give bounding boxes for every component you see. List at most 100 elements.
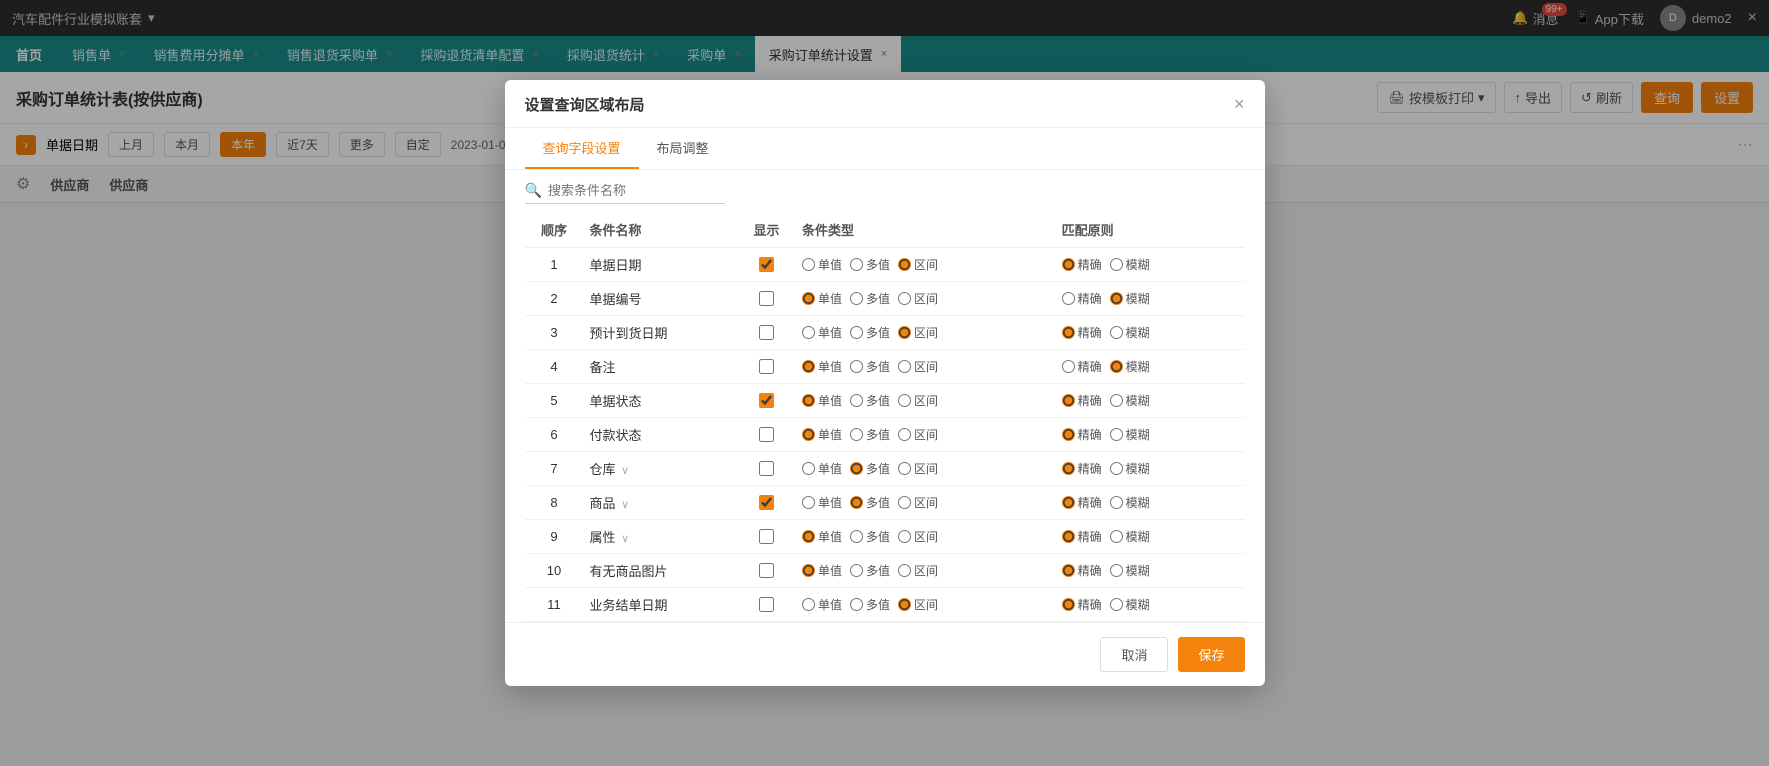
match-radio-模糊-9[interactable] <box>1110 564 1123 577</box>
cell-display-2[interactable] <box>737 316 796 350</box>
type-radio-label-区间-0[interactable]: 区间 <box>898 256 938 273</box>
match-radio-模糊-8[interactable] <box>1110 530 1123 543</box>
type-radio-单值-10[interactable] <box>802 598 815 611</box>
type-radio-label-多值-3[interactable]: 多值 <box>850 358 890 375</box>
type-radio-区间-7[interactable] <box>898 496 911 509</box>
type-radio-多值-9[interactable] <box>850 564 863 577</box>
display-checkbox-8[interactable] <box>759 529 774 544</box>
type-radio-label-多值-8[interactable]: 多值 <box>850 528 890 545</box>
modal-close-button[interactable]: × <box>1234 94 1245 115</box>
type-radio-多值-3[interactable] <box>850 360 863 373</box>
type-radio-label-单值-9[interactable]: 单值 <box>802 562 842 579</box>
match-radio-精确-0[interactable] <box>1062 258 1075 271</box>
type-radio-label-单值-2[interactable]: 单值 <box>802 324 842 341</box>
match-radio-精确-2[interactable] <box>1062 326 1075 339</box>
match-radio-精确-3[interactable] <box>1062 360 1075 373</box>
type-radio-区间-1[interactable] <box>898 292 911 305</box>
type-radio-label-多值-4[interactable]: 多值 <box>850 392 890 409</box>
display-checkbox-7[interactable] <box>759 495 774 510</box>
display-checkbox-0[interactable] <box>759 257 774 272</box>
type-radio-多值-6[interactable] <box>850 462 863 475</box>
match-radio-精确-4[interactable] <box>1062 394 1075 407</box>
match-radio-模糊-6[interactable] <box>1110 462 1123 475</box>
display-checkbox-4[interactable] <box>759 393 774 408</box>
match-radio-label-模糊-3[interactable]: 模糊 <box>1110 358 1150 375</box>
cell-display-8[interactable] <box>737 520 796 554</box>
type-radio-多值-0[interactable] <box>850 258 863 271</box>
type-radio-label-单值-1[interactable]: 单值 <box>802 290 842 307</box>
type-radio-label-单值-10[interactable]: 单值 <box>802 596 842 613</box>
match-radio-label-精确-3[interactable]: 精确 <box>1062 358 1102 375</box>
type-radio-单值-7[interactable] <box>802 496 815 509</box>
match-radio-label-精确-8[interactable]: 精确 <box>1062 528 1102 545</box>
type-radio-区间-10[interactable] <box>898 598 911 611</box>
match-radio-label-精确-0[interactable]: 精确 <box>1062 256 1102 273</box>
match-radio-模糊-3[interactable] <box>1110 360 1123 373</box>
cell-display-3[interactable] <box>737 350 796 384</box>
match-radio-精确-7[interactable] <box>1062 496 1075 509</box>
match-radio-label-模糊-7[interactable]: 模糊 <box>1110 494 1150 511</box>
tab-query-fields[interactable]: 查询字段设置 <box>525 128 639 169</box>
match-radio-label-模糊-8[interactable]: 模糊 <box>1110 528 1150 545</box>
match-radio-模糊-10[interactable] <box>1110 598 1123 611</box>
type-radio-区间-2[interactable] <box>898 326 911 339</box>
type-radio-多值-10[interactable] <box>850 598 863 611</box>
type-radio-label-单值-0[interactable]: 单值 <box>802 256 842 273</box>
match-radio-label-模糊-1[interactable]: 模糊 <box>1110 290 1150 307</box>
type-radio-单值-9[interactable] <box>802 564 815 577</box>
cell-display-1[interactable] <box>737 282 796 316</box>
match-radio-label-精确-6[interactable]: 精确 <box>1062 460 1102 477</box>
type-radio-多值-1[interactable] <box>850 292 863 305</box>
match-radio-label-模糊-5[interactable]: 模糊 <box>1110 426 1150 443</box>
type-radio-单值-6[interactable] <box>802 462 815 475</box>
match-radio-模糊-0[interactable] <box>1110 258 1123 271</box>
type-radio-label-单值-4[interactable]: 单值 <box>802 392 842 409</box>
type-radio-label-区间-9[interactable]: 区间 <box>898 562 938 579</box>
type-radio-单值-8[interactable] <box>802 530 815 543</box>
match-radio-label-精确-7[interactable]: 精确 <box>1062 494 1102 511</box>
type-radio-label-区间-10[interactable]: 区间 <box>898 596 938 613</box>
type-radio-单值-5[interactable] <box>802 428 815 441</box>
type-radio-多值-5[interactable] <box>850 428 863 441</box>
match-radio-精确-9[interactable] <box>1062 564 1075 577</box>
match-radio-label-模糊-6[interactable]: 模糊 <box>1110 460 1150 477</box>
save-button[interactable]: 保存 <box>1178 637 1244 672</box>
type-radio-label-区间-5[interactable]: 区间 <box>898 426 938 443</box>
cell-display-4[interactable] <box>737 384 796 418</box>
match-radio-模糊-5[interactable] <box>1110 428 1123 441</box>
dropdown-arrow-8[interactable]: ∨ <box>621 533 629 545</box>
type-radio-单值-0[interactable] <box>802 258 815 271</box>
cell-display-5[interactable] <box>737 418 796 452</box>
match-radio-精确-8[interactable] <box>1062 530 1075 543</box>
type-radio-label-区间-4[interactable]: 区间 <box>898 392 938 409</box>
match-radio-label-精确-10[interactable]: 精确 <box>1062 596 1102 613</box>
condition-search-input[interactable] <box>548 183 708 198</box>
match-radio-label-精确-5[interactable]: 精确 <box>1062 426 1102 443</box>
type-radio-单值-4[interactable] <box>802 394 815 407</box>
match-radio-label-精确-1[interactable]: 精确 <box>1062 290 1102 307</box>
display-checkbox-9[interactable] <box>759 563 774 578</box>
type-radio-label-区间-2[interactable]: 区间 <box>898 324 938 341</box>
type-radio-label-区间-7[interactable]: 区间 <box>898 494 938 511</box>
type-radio-label-多值-6[interactable]: 多值 <box>850 460 890 477</box>
match-radio-精确-6[interactable] <box>1062 462 1075 475</box>
type-radio-label-区间-1[interactable]: 区间 <box>898 290 938 307</box>
type-radio-多值-4[interactable] <box>850 394 863 407</box>
match-radio-模糊-7[interactable] <box>1110 496 1123 509</box>
type-radio-多值-8[interactable] <box>850 530 863 543</box>
match-radio-label-模糊-2[interactable]: 模糊 <box>1110 324 1150 341</box>
match-radio-label-精确-9[interactable]: 精确 <box>1062 562 1102 579</box>
match-radio-精确-10[interactable] <box>1062 598 1075 611</box>
cell-display-10[interactable] <box>737 588 796 622</box>
match-radio-label-模糊-9[interactable]: 模糊 <box>1110 562 1150 579</box>
type-radio-单值-1[interactable] <box>802 292 815 305</box>
type-radio-label-多值-10[interactable]: 多值 <box>850 596 890 613</box>
cell-display-9[interactable] <box>737 554 796 588</box>
match-radio-label-模糊-0[interactable]: 模糊 <box>1110 256 1150 273</box>
type-radio-区间-8[interactable] <box>898 530 911 543</box>
cell-display-6[interactable] <box>737 452 796 486</box>
type-radio-单值-2[interactable] <box>802 326 815 339</box>
match-radio-模糊-4[interactable] <box>1110 394 1123 407</box>
type-radio-label-区间-3[interactable]: 区间 <box>898 358 938 375</box>
type-radio-区间-9[interactable] <box>898 564 911 577</box>
